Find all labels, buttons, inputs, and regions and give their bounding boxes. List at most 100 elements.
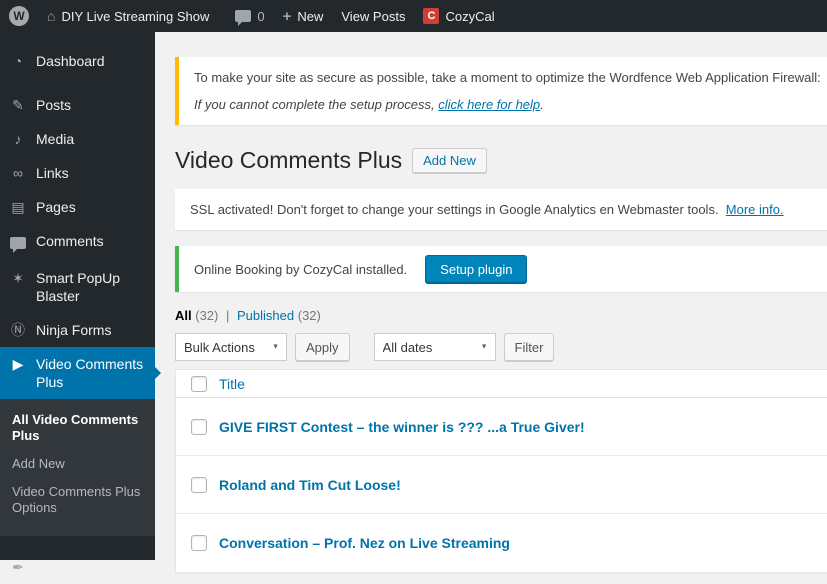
wordpress-menu[interactable]: W	[0, 0, 38, 32]
page-header: Video Comments Plus Add New	[175, 145, 827, 175]
admin-bar-comments[interactable]: 0	[226, 0, 273, 32]
appearance-icon: ✒	[12, 559, 24, 575]
filter-all-count: (32)	[195, 308, 219, 323]
submenu-item-label: All Video Comments Plus	[12, 412, 139, 443]
table-navigation: Bulk Actions Apply All dates Filter	[175, 333, 827, 361]
admin-bar: W ⌂ DIY Live Streaming Show 0 + New View…	[0, 0, 827, 32]
wordfence-notice-text: To make your site as secure as possible,…	[194, 70, 821, 85]
wordfence-help-line: If you cannot complete the setup process…	[194, 97, 544, 112]
sidebar-item-pages[interactable]: ▤ Pages	[0, 190, 155, 224]
published-filter-link[interactable]: Published	[237, 308, 294, 323]
table-row: GIVE FIRST Contest – the winner is ??? .…	[176, 398, 827, 456]
site-name-link[interactable]: ⌂ DIY Live Streaming Show	[38, 0, 218, 32]
posts-list-table: Title GIVE FIRST Contest – the winner is…	[175, 369, 827, 573]
popup-blaster-icon: ✶	[12, 270, 24, 286]
filter-button[interactable]: Filter	[503, 333, 555, 361]
row-checkbox[interactable]	[191, 535, 207, 551]
submenu-item-add-new[interactable]: Add New	[0, 450, 155, 478]
row-title-link[interactable]: Conversation – Prof. Nez on Live Streami…	[209, 535, 510, 551]
row-checkbox-cell	[176, 535, 209, 551]
view-posts-label: View Posts	[341, 8, 406, 24]
filter-published-count: (32)	[297, 308, 321, 323]
wordfence-notice: To make your site as secure as possible,…	[175, 57, 827, 125]
pages-icon: ▤	[11, 199, 25, 215]
submenu-item-label: Add New	[12, 456, 65, 471]
sidebar-item-label: Links	[36, 165, 69, 181]
sidebar-item-label: Video Comments Plus	[36, 356, 144, 390]
admin-bar-new[interactable]: + New	[274, 0, 333, 32]
sidebar-item-label: Posts	[36, 97, 72, 113]
ninja-forms-icon: Ⓝ	[11, 322, 25, 338]
cozycal-notice: Online Booking by CozyCal installed. Set…	[175, 246, 827, 292]
bulk-actions-select[interactable]: Bulk Actions	[175, 333, 287, 361]
comments-icon	[8, 232, 28, 253]
table-header-row: Title	[176, 370, 827, 398]
row-checkbox-cell	[176, 476, 209, 493]
posts-icon: ✎	[12, 97, 24, 113]
active-menu-arrow-icon	[155, 367, 161, 379]
menu-separator	[0, 78, 155, 88]
row-title-link[interactable]: GIVE FIRST Contest – the winner is ??? .…	[209, 419, 585, 435]
new-label: New	[297, 8, 324, 24]
view-posts-link[interactable]: View Posts	[332, 0, 414, 32]
row-title-link[interactable]: Roland and Tim Cut Loose!	[209, 477, 401, 493]
video-comments-plus-icon: ▶	[12, 356, 24, 372]
main-content: To make your site as secure as possible,…	[155, 32, 827, 573]
wordpress-logo-icon: W	[9, 6, 29, 26]
submenu-item-label: Video Comments Plus Options	[12, 484, 141, 515]
submenu-item-options[interactable]: Video Comments Plus Options	[0, 478, 155, 522]
cozycal-notice-text: Online Booking by CozyCal installed.	[194, 261, 408, 277]
row-checkbox[interactable]	[191, 476, 207, 493]
sidebar-item-appearance[interactable]: ✒ Appearance	[0, 550, 155, 584]
table-row: Roland and Tim Cut Loose!	[176, 456, 827, 514]
media-icon: ♪	[14, 131, 22, 147]
ssl-notice-text: SSL activated! Don't forget to change yo…	[190, 202, 784, 217]
home-icon: ⌂	[47, 8, 56, 24]
sidebar-item-label: Pages	[36, 199, 76, 215]
cozycal-icon: C	[423, 8, 440, 24]
sidebar-item-media[interactable]: ♪ Media	[0, 122, 155, 156]
admin-bar-cozycal[interactable]: C CozyCal	[414, 0, 503, 32]
add-new-button[interactable]: Add New	[412, 147, 487, 173]
ssl-notice: SSL activated! Don't forget to change yo…	[175, 189, 827, 230]
more-info-link[interactable]: More info.	[726, 202, 784, 217]
sidebar-item-posts[interactable]: ✎ Posts	[0, 88, 155, 122]
sidebar-item-dashboard[interactable]: ◔ Dashboard	[0, 44, 155, 78]
sidebar-item-comments[interactable]: Comments	[0, 224, 155, 261]
setup-plugin-button[interactable]: Setup plugin	[425, 255, 528, 283]
cozycal-label: CozyCal	[445, 8, 495, 24]
date-filter-select[interactable]: All dates	[373, 333, 496, 361]
sidebar-item-links[interactable]: ∞ Links	[0, 156, 155, 190]
sidebar-item-label: Ninja Forms	[36, 322, 112, 338]
title-column-header[interactable]: Title	[209, 376, 245, 392]
filter-separator: |	[226, 308, 230, 323]
plus-icon: +	[282, 7, 292, 25]
sidebar-item-video-comments-plus[interactable]: ▶ Video Comments Plus	[0, 347, 161, 399]
row-checkbox[interactable]	[191, 418, 207, 435]
links-icon: ∞	[13, 165, 23, 181]
dashboard-icon: ◔	[13, 53, 23, 69]
comment-bubble-icon	[235, 10, 252, 26]
sidebar-item-label: Comments	[36, 233, 104, 249]
sidebar-item-label: Media	[36, 131, 75, 147]
filter-all[interactable]: All	[175, 308, 192, 323]
bulk-actions-wrap: Bulk Actions	[175, 333, 287, 361]
sidebar-item-ninja-forms[interactable]: Ⓝ Ninja Forms	[0, 313, 155, 347]
help-link[interactable]: click here for help	[438, 97, 540, 112]
admin-sidebar: ◔ Dashboard ✎ Posts ♪ Media ∞ Links ▤ Pa…	[0, 32, 161, 575]
menu-separator	[0, 536, 155, 550]
site-name-label: DIY Live Streaming Show	[61, 8, 210, 24]
page-title: Video Comments Plus	[175, 147, 403, 173]
sidebar-item-label: Dashboard	[36, 53, 105, 69]
row-checkbox-cell	[176, 418, 209, 435]
submenu-item-all-video-comments-plus[interactable]: All Video Comments Plus	[0, 406, 155, 450]
sidebar-item-label: Smart PopUp Blaster	[36, 270, 121, 304]
video-comments-plus-submenu: All Video Comments Plus Add New Video Co…	[0, 399, 155, 536]
sidebar-item-label: Appearance	[36, 559, 112, 575]
list-view-filters: All (32) | Published (32)	[175, 308, 827, 323]
select-all-checkbox[interactable]	[191, 375, 207, 392]
sidebar-item-smart-popup-blaster[interactable]: ✶ Smart PopUp Blaster	[0, 261, 155, 313]
date-filter-wrap: All dates	[350, 333, 496, 361]
table-row: Conversation – Prof. Nez on Live Streami…	[176, 514, 827, 572]
apply-button[interactable]: Apply	[295, 333, 350, 361]
